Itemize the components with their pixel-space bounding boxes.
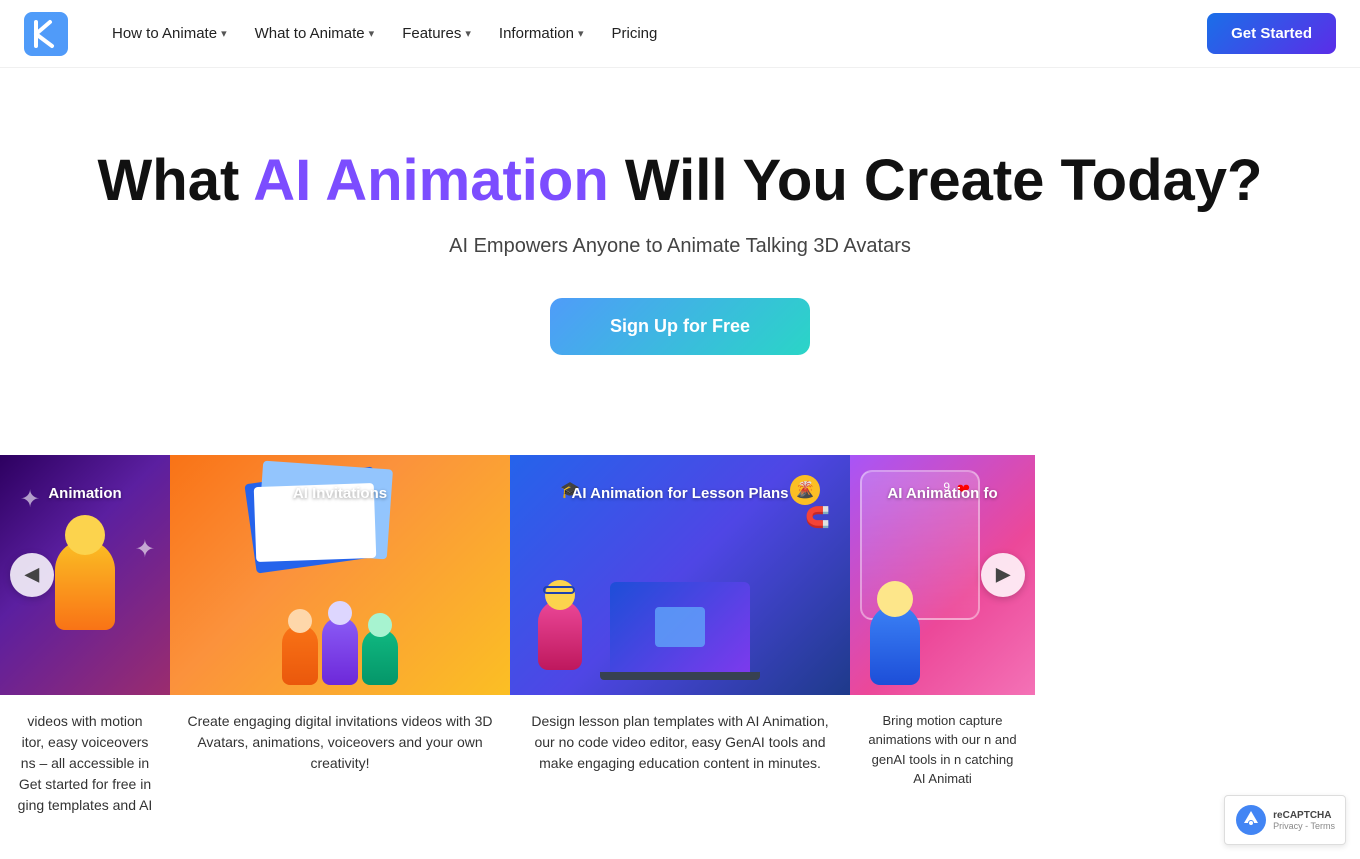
card-invitations: AI Invitations Create engaging digital i… (170, 455, 510, 836)
card-1-desc: videos with motion itor, easy voiceovers… (0, 695, 170, 836)
card-1-label: Animation (48, 485, 121, 502)
card-lesson-plans: 🌋 🧲 🎓 AI Animation for Lesson Plans Desi… (510, 455, 850, 836)
nav-item-what-to-animate[interactable]: What to Animate ▾ (243, 17, 387, 50)
card-2-desc: Create engaging digital invitations vide… (170, 695, 510, 794)
chevron-down-icon: ▾ (578, 27, 584, 40)
card-4-label: AI Animation fo (887, 485, 997, 502)
prev-card-button[interactable]: ◀ (10, 553, 54, 597)
signup-button[interactable]: Sign Up for Free (550, 298, 810, 355)
card-animation: ◀ ✦ ✦ Animation videos with motion itor,… (0, 455, 170, 836)
nav-item-pricing[interactable]: Pricing (600, 17, 670, 50)
card-3-label: AI Animation for Lesson Plans (572, 485, 789, 502)
logo[interactable] (24, 12, 68, 56)
hero-subtitle: AI Empowers Anyone to Animate Talking 3D… (20, 235, 1340, 258)
hero-section: What AI Animation Will You Create Today?… (0, 68, 1360, 415)
get-started-button[interactable]: Get Started (1207, 13, 1336, 54)
nav-item-information[interactable]: Information ▾ (487, 17, 596, 50)
nav-cta-area: Get Started (1207, 13, 1336, 54)
nav-item-features[interactable]: Features ▾ (390, 17, 483, 50)
card-2-label: AI Invitations (293, 485, 387, 502)
nav-item-how-to-animate[interactable]: How to Animate ▾ (100, 17, 239, 50)
card-4-desc: Bring motion capture animations with our… (850, 695, 1035, 809)
recaptcha-icon (1235, 804, 1267, 836)
card-3-desc: Design lesson plan templates with AI Ani… (510, 695, 850, 794)
cards-row: ◀ ✦ ✦ Animation videos with motion itor,… (0, 455, 1360, 836)
chevron-down-icon: ▾ (221, 27, 227, 40)
chevron-down-icon: ▾ (369, 27, 375, 40)
hero-title: What AI Animation Will You Create Today? (20, 148, 1340, 215)
next-card-button[interactable]: ▶ (981, 553, 1025, 597)
card-motion-capture: ▶ ❤ 9 AI Animation fo Bring motion captu… (850, 455, 1035, 836)
nav-links: How to Animate ▾ What to Animate ▾ Featu… (100, 17, 1207, 50)
chevron-down-icon: ▾ (465, 27, 471, 40)
recaptcha-badge: reCAPTCHA Privacy - Terms (1224, 795, 1346, 845)
cards-section: ◀ ✦ ✦ Animation videos with motion itor,… (0, 415, 1360, 836)
navbar: How to Animate ▾ What to Animate ▾ Featu… (0, 0, 1360, 68)
